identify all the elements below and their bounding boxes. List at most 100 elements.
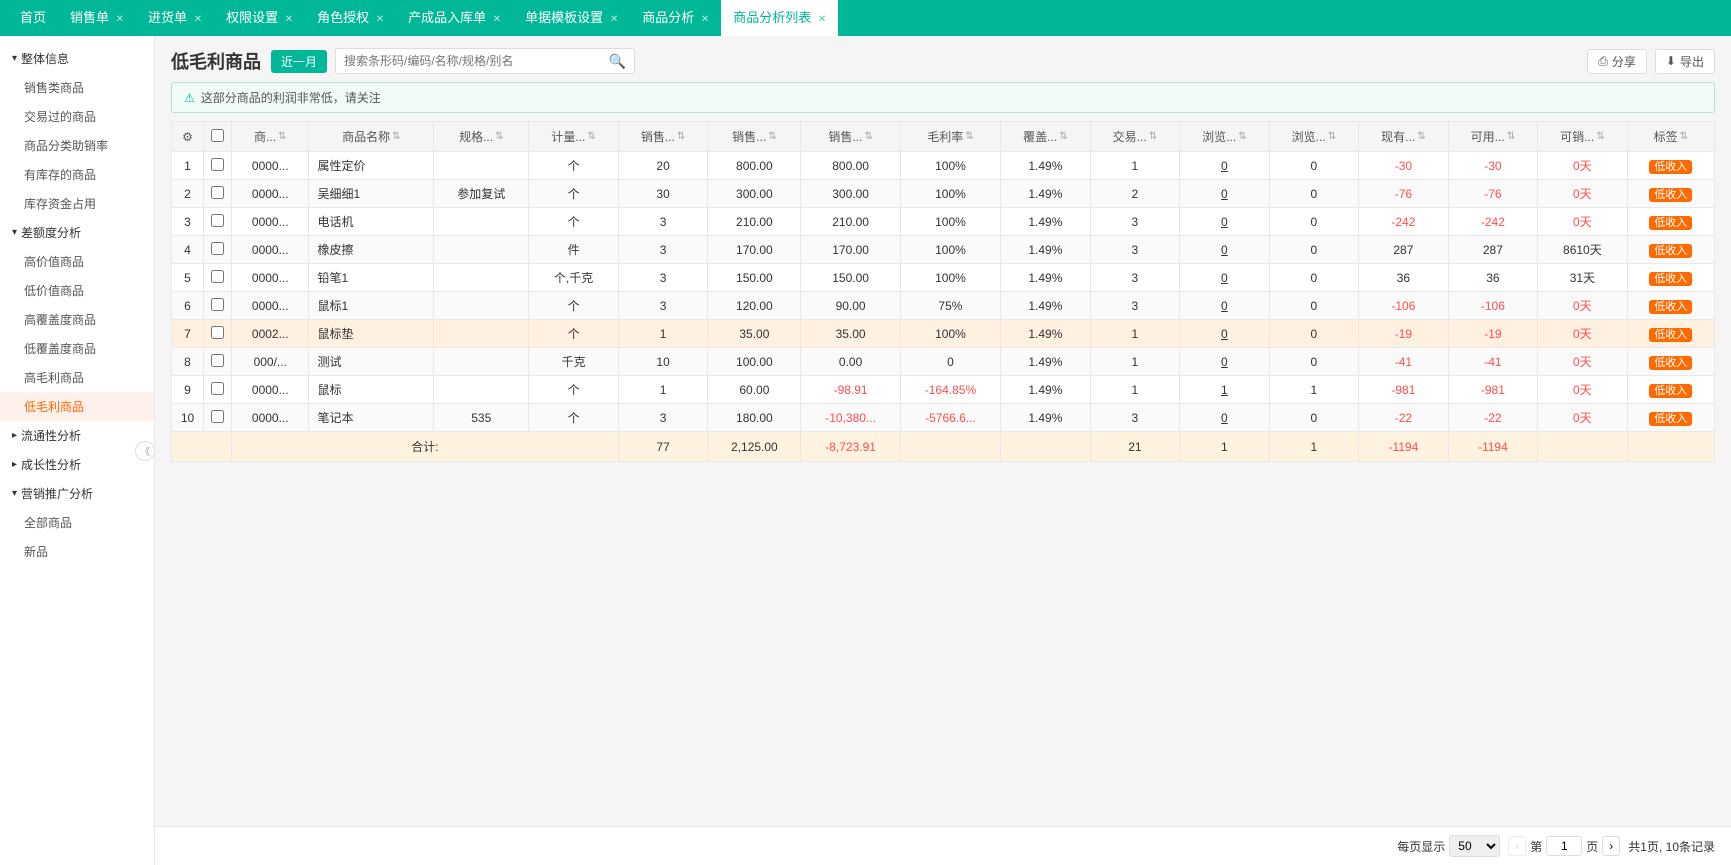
row-checkbox-cell[interactable] [204, 152, 232, 180]
sidebar-item-new-goods[interactable]: 新品 [0, 537, 154, 566]
row-view1[interactable]: 0 [1180, 208, 1270, 236]
row-view1[interactable]: 0 [1180, 180, 1270, 208]
row-view1[interactable]: 1 [1180, 376, 1270, 404]
nav-close-goods-analysis-list[interactable]: ✕ [818, 14, 826, 25]
col-sales1[interactable]: 销售...⇅ [618, 122, 708, 152]
sidebar-group-gap[interactable]: ▾ 差额度分析 [0, 218, 154, 247]
nav-role[interactable]: 角色授权 ✕ [305, 0, 396, 36]
sidebar-item-high-value[interactable]: 高价值商品 [0, 247, 154, 276]
row-name[interactable]: 电话机 [309, 208, 434, 236]
export-button[interactable]: ⬇ 导出 [1655, 49, 1715, 74]
search-icon[interactable]: 🔍 [609, 53, 626, 70]
row-checkbox[interactable] [211, 354, 224, 367]
nav-template[interactable]: 单据模板设置 ✕ [513, 0, 630, 36]
nav-permission[interactable]: 权限设置 ✕ [214, 0, 305, 36]
sidebar-group-marketing[interactable]: ▾ 营销推广分析 [0, 479, 154, 508]
sidebar-item-high-coverage[interactable]: 高覆盖度商品 [0, 305, 154, 334]
row-checkbox[interactable] [211, 410, 224, 423]
prev-page-button[interactable]: ‹ [1508, 836, 1526, 856]
col-spec[interactable]: 规格...⇅ [434, 122, 529, 152]
row-checkbox[interactable] [211, 158, 224, 171]
filter-month-button[interactable]: 近一月 [271, 50, 327, 73]
sidebar-group-overall[interactable]: ▾ 整体信息 [0, 44, 154, 73]
sidebar-item-low-value[interactable]: 低价值商品 [0, 276, 154, 305]
row-checkbox[interactable] [211, 214, 224, 227]
row-checkbox-cell[interactable] [204, 376, 232, 404]
col-settings[interactable]: ⚙ [172, 122, 204, 152]
sidebar-item-low-coverage[interactable]: 低覆盖度商品 [0, 334, 154, 363]
settings-icon[interactable]: ⚙ [182, 130, 193, 144]
row-checkbox[interactable] [211, 326, 224, 339]
nav-goods-analysis[interactable]: 商品分析 ✕ [630, 0, 721, 36]
nav-close-goods-analysis[interactable]: ✕ [701, 14, 709, 25]
col-tag[interactable]: 标签⇅ [1627, 122, 1714, 152]
row-name[interactable]: 鼠标1 [309, 292, 434, 320]
nav-close-product-entry[interactable]: ✕ [493, 14, 501, 25]
col-name[interactable]: 商品名称⇅ [309, 122, 434, 152]
sidebar-group-growth[interactable]: ▸ 成长性分析 [0, 450, 154, 479]
row-name[interactable]: 吴细细1 [309, 180, 434, 208]
sidebar-item-high-profit[interactable]: 高毛利商品 [0, 363, 154, 392]
sidebar-item-category-rate[interactable]: 商品分类助销率 [0, 131, 154, 160]
row-name[interactable]: 属性定价 [309, 152, 434, 180]
col-code[interactable]: 商...⇅ [232, 122, 309, 152]
row-checkbox[interactable] [211, 298, 224, 311]
row-checkbox-cell[interactable] [204, 208, 232, 236]
col-cover[interactable]: 覆盖...⇅ [1001, 122, 1091, 152]
row-name[interactable]: 笔记本 [309, 404, 434, 432]
row-view1[interactable]: 0 [1180, 404, 1270, 432]
row-view1[interactable]: 0 [1180, 292, 1270, 320]
sidebar-collapse-btn[interactable]: 《 [135, 441, 155, 461]
row-name[interactable]: 鼠标垫 [309, 320, 434, 348]
nav-close-template[interactable]: ✕ [610, 14, 618, 25]
col-sales2[interactable]: 销售...⇅ [708, 122, 801, 152]
nav-goods-analysis-list[interactable]: 商品分析列表 ✕ [721, 0, 838, 36]
col-salable[interactable]: 可销...⇅ [1538, 122, 1628, 152]
row-checkbox-cell[interactable] [204, 292, 232, 320]
row-checkbox-cell[interactable] [204, 348, 232, 376]
row-view1[interactable]: 0 [1180, 236, 1270, 264]
sidebar-group-flow[interactable]: ▸ 流通性分析 [0, 421, 154, 450]
row-view1[interactable]: 0 [1180, 348, 1270, 376]
col-unit[interactable]: 计量...⇅ [529, 122, 619, 152]
per-page-select[interactable]: 50 20 100 [1449, 835, 1500, 857]
row-checkbox-cell[interactable] [204, 320, 232, 348]
nav-product-entry[interactable]: 产成品入库单 ✕ [396, 0, 513, 36]
sidebar-item-in-stock[interactable]: 有库存的商品 [0, 160, 154, 189]
nav-purchase[interactable]: 进货单 ✕ [136, 0, 214, 36]
row-name[interactable]: 橡皮擦 [309, 236, 434, 264]
col-checkbox[interactable] [204, 122, 232, 152]
col-gross[interactable]: 毛利率⇅ [900, 122, 1000, 152]
share-button[interactable]: ⎙ 分享 [1587, 49, 1647, 74]
next-page-button[interactable]: › [1602, 836, 1620, 856]
row-checkbox-cell[interactable] [204, 264, 232, 292]
sidebar-item-sales-goods[interactable]: 销售类商品 [0, 73, 154, 102]
col-view2[interactable]: 浏览...⇅ [1269, 122, 1359, 152]
row-checkbox-cell[interactable] [204, 404, 232, 432]
select-all-checkbox[interactable] [211, 129, 224, 142]
row-checkbox-cell[interactable] [204, 180, 232, 208]
col-view1[interactable]: 浏览...⇅ [1180, 122, 1270, 152]
nav-close-sales[interactable]: ✕ [116, 14, 124, 25]
nav-home[interactable]: 首页 [8, 0, 58, 36]
row-checkbox[interactable] [211, 242, 224, 255]
row-view1[interactable]: 0 [1180, 264, 1270, 292]
sidebar-item-all-goods[interactable]: 全部商品 [0, 508, 154, 537]
col-sales3[interactable]: 销售...⇅ [801, 122, 900, 152]
sidebar-item-low-profit[interactable]: 低毛利商品 [0, 392, 154, 421]
nav-close-purchase[interactable]: ✕ [194, 14, 202, 25]
row-name[interactable]: 鼠标 [309, 376, 434, 404]
row-view1[interactable]: 0 [1180, 152, 1270, 180]
row-checkbox[interactable] [211, 382, 224, 395]
row-view1[interactable]: 0 [1180, 320, 1270, 348]
row-name[interactable]: 铅笔1 [309, 264, 434, 292]
row-checkbox-cell[interactable] [204, 236, 232, 264]
nav-sales[interactable]: 销售单 ✕ [58, 0, 136, 36]
search-input[interactable] [344, 54, 609, 68]
row-checkbox[interactable] [211, 270, 224, 283]
sidebar-item-capital[interactable]: 库存资金占用 [0, 189, 154, 218]
col-trade[interactable]: 交易...⇅ [1090, 122, 1180, 152]
nav-close-role[interactable]: ✕ [376, 14, 384, 25]
sidebar-item-traded-goods[interactable]: 交易过的商品 [0, 102, 154, 131]
col-avail[interactable]: 可用...⇅ [1448, 122, 1538, 152]
